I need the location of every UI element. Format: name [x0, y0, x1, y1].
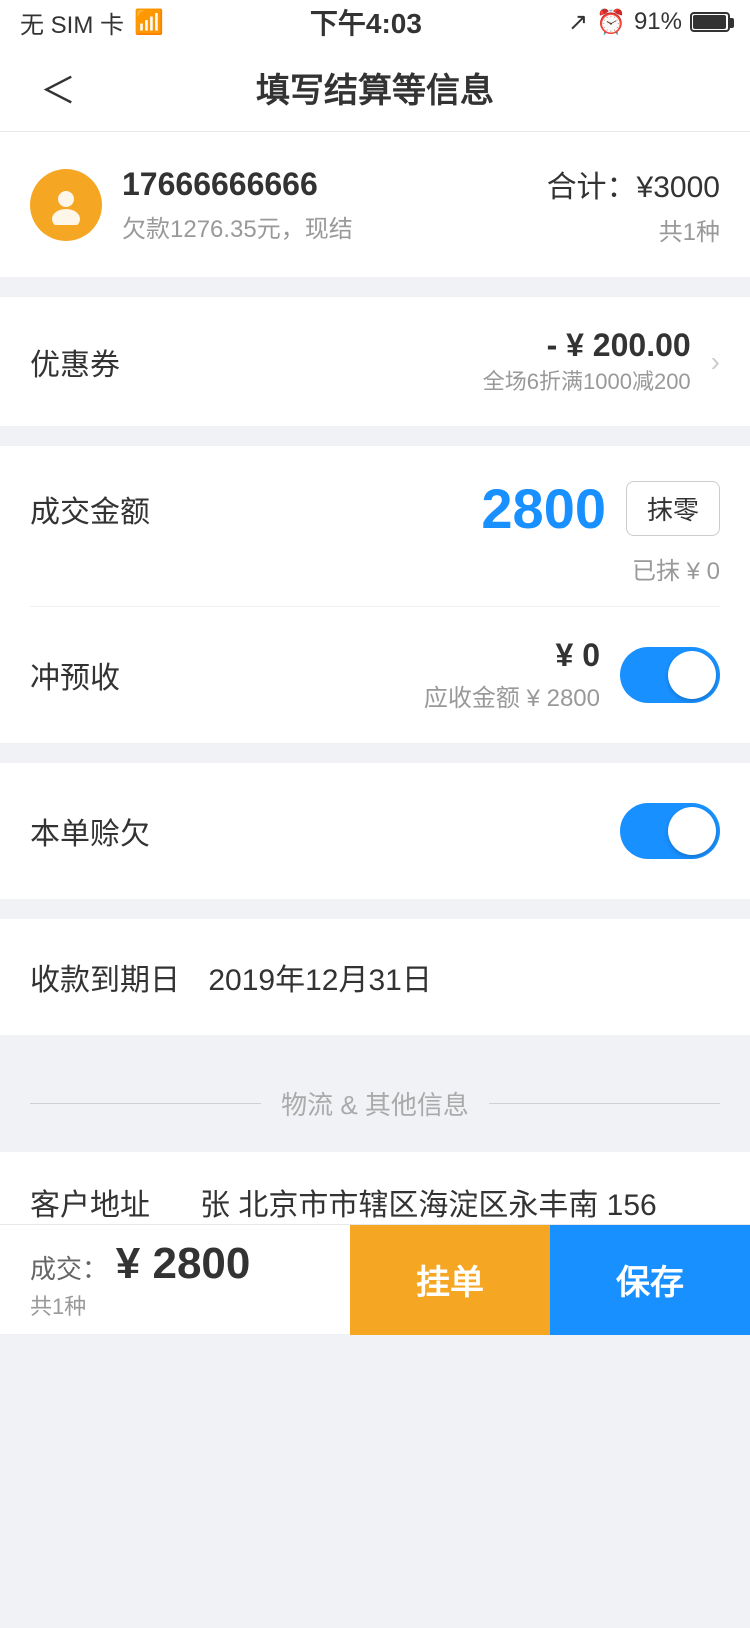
- location-icon: ↗: [568, 8, 588, 37]
- customer-card: 17666666666 欠款1276.35元，现结 合计：¥3000 共1种: [0, 132, 750, 277]
- debt-toggle-knob: [668, 807, 716, 855]
- amount-sub: 已抹 ¥ 0: [30, 551, 720, 586]
- coupon-section: 优惠券 - ¥ 200.00 全场6折满1000减200 ›: [0, 297, 750, 426]
- round-button[interactable]: 抹零: [626, 481, 720, 536]
- coupon-value: - ¥ 200.00: [483, 327, 691, 364]
- coupon-row[interactable]: 优惠券 - ¥ 200.00 全场6折满1000减200 ›: [0, 297, 750, 426]
- debt-label: 本单赊欠: [30, 809, 150, 853]
- customer-debt: 欠款1276.35元，现结: [122, 209, 353, 244]
- hold-button-label: 挂单: [416, 1255, 484, 1304]
- amount-section: 成交金额 2800 抹零 已抹 ¥ 0 冲预收 ¥ 0 应收金额 ¥ 2800: [0, 446, 750, 743]
- customer-info: 17666666666 欠款1276.35元，现结: [122, 166, 353, 244]
- amount-inner: 成交金额 2800 抹零 已抹 ¥ 0: [0, 446, 750, 606]
- coupon-right: - ¥ 200.00 全场6折满1000减200 ›: [483, 327, 720, 396]
- battery-percent: 91%: [634, 8, 682, 36]
- status-bar: 无 SIM 卡 📶 下午4:03 ↗ ⏰ 91%: [0, 0, 750, 44]
- nav-bar: ＜ 填写结算等信息: [0, 44, 750, 132]
- total-count: 共1种: [547, 212, 720, 247]
- customer-left: 17666666666 欠款1276.35元，现结: [30, 166, 353, 244]
- wifi-icon: 📶: [134, 8, 164, 37]
- debt-toggle[interactable]: [620, 803, 720, 859]
- charge-right: ¥ 0 应收金额 ¥ 2800: [424, 637, 720, 713]
- charge-toggle-knob: [668, 651, 716, 699]
- bottom-summary: 成交： ¥ 2800 共1种: [0, 1239, 350, 1321]
- coupon-desc: 全场6折满1000减200: [483, 364, 691, 396]
- amount-value: 2800: [481, 476, 606, 541]
- duedate-value: 2019年12月31日: [208, 964, 431, 997]
- carrier-label: 无 SIM 卡: [20, 5, 124, 40]
- duedate-row: 收款到期日 2019年12月31日: [0, 919, 750, 1035]
- customer-phone: 17666666666: [122, 166, 353, 203]
- charge-amount: ¥ 0: [424, 637, 600, 674]
- amount-row: 成交金额 2800 抹零: [30, 476, 720, 541]
- amount-right: 2800 抹零: [481, 476, 720, 541]
- total-amount: 合计：¥3000: [547, 162, 720, 206]
- logistics-divider: 物流 & 其他信息: [0, 1055, 750, 1152]
- status-right: ↗ ⏰ 91%: [568, 8, 730, 37]
- charge-values: ¥ 0 应收金额 ¥ 2800: [424, 637, 600, 713]
- page-title: 填写结算等信息: [256, 63, 494, 112]
- bottom-count: 共1种: [30, 1289, 320, 1321]
- coupon-chevron-icon: ›: [711, 346, 720, 378]
- battery-icon: [690, 12, 730, 32]
- bottom-bar: 成交： ¥ 2800 共1种 挂单 保存: [0, 1224, 750, 1334]
- amount-label: 成交金额: [30, 487, 150, 531]
- save-button[interactable]: 保存: [550, 1225, 750, 1335]
- logistics-label: 物流 & 其他信息: [281, 1085, 469, 1122]
- status-time: 下午4:03: [310, 2, 422, 42]
- charge-row: 冲预收 ¥ 0 应收金额 ¥ 2800: [0, 607, 750, 743]
- duedate-label: 收款到期日: [30, 964, 180, 997]
- bottom-deal-label: 成交：: [30, 1254, 108, 1284]
- address-label: 客户地址: [30, 1182, 150, 1230]
- charge-toggle[interactable]: [620, 647, 720, 703]
- hold-button[interactable]: 挂单: [350, 1225, 550, 1335]
- charge-label: 冲预收: [30, 653, 120, 697]
- customer-total: 合计：¥3000 共1种: [547, 162, 720, 247]
- coupon-value-area: - ¥ 200.00 全场6折满1000减200: [483, 327, 691, 396]
- debt-section: 本单赊欠: [0, 763, 750, 899]
- charge-sub: 应收金额 ¥ 2800: [424, 678, 600, 713]
- status-left: 无 SIM 卡 📶: [20, 5, 164, 40]
- save-button-label: 保存: [616, 1255, 684, 1304]
- coupon-label: 优惠券: [30, 340, 120, 384]
- avatar: [30, 169, 102, 241]
- bottom-deal-row: 成交： ¥ 2800: [30, 1239, 320, 1289]
- back-button[interactable]: ＜: [30, 52, 86, 124]
- bottom-amount: ¥ 2800: [116, 1239, 251, 1288]
- alarm-icon: ⏰: [596, 8, 626, 37]
- divider-line-right: [489, 1103, 720, 1104]
- content-area: 17666666666 欠款1276.35元，现结 合计：¥3000 共1种 优…: [0, 132, 750, 1628]
- divider-line-left: [30, 1103, 261, 1104]
- empty-space: [0, 1308, 750, 1508]
